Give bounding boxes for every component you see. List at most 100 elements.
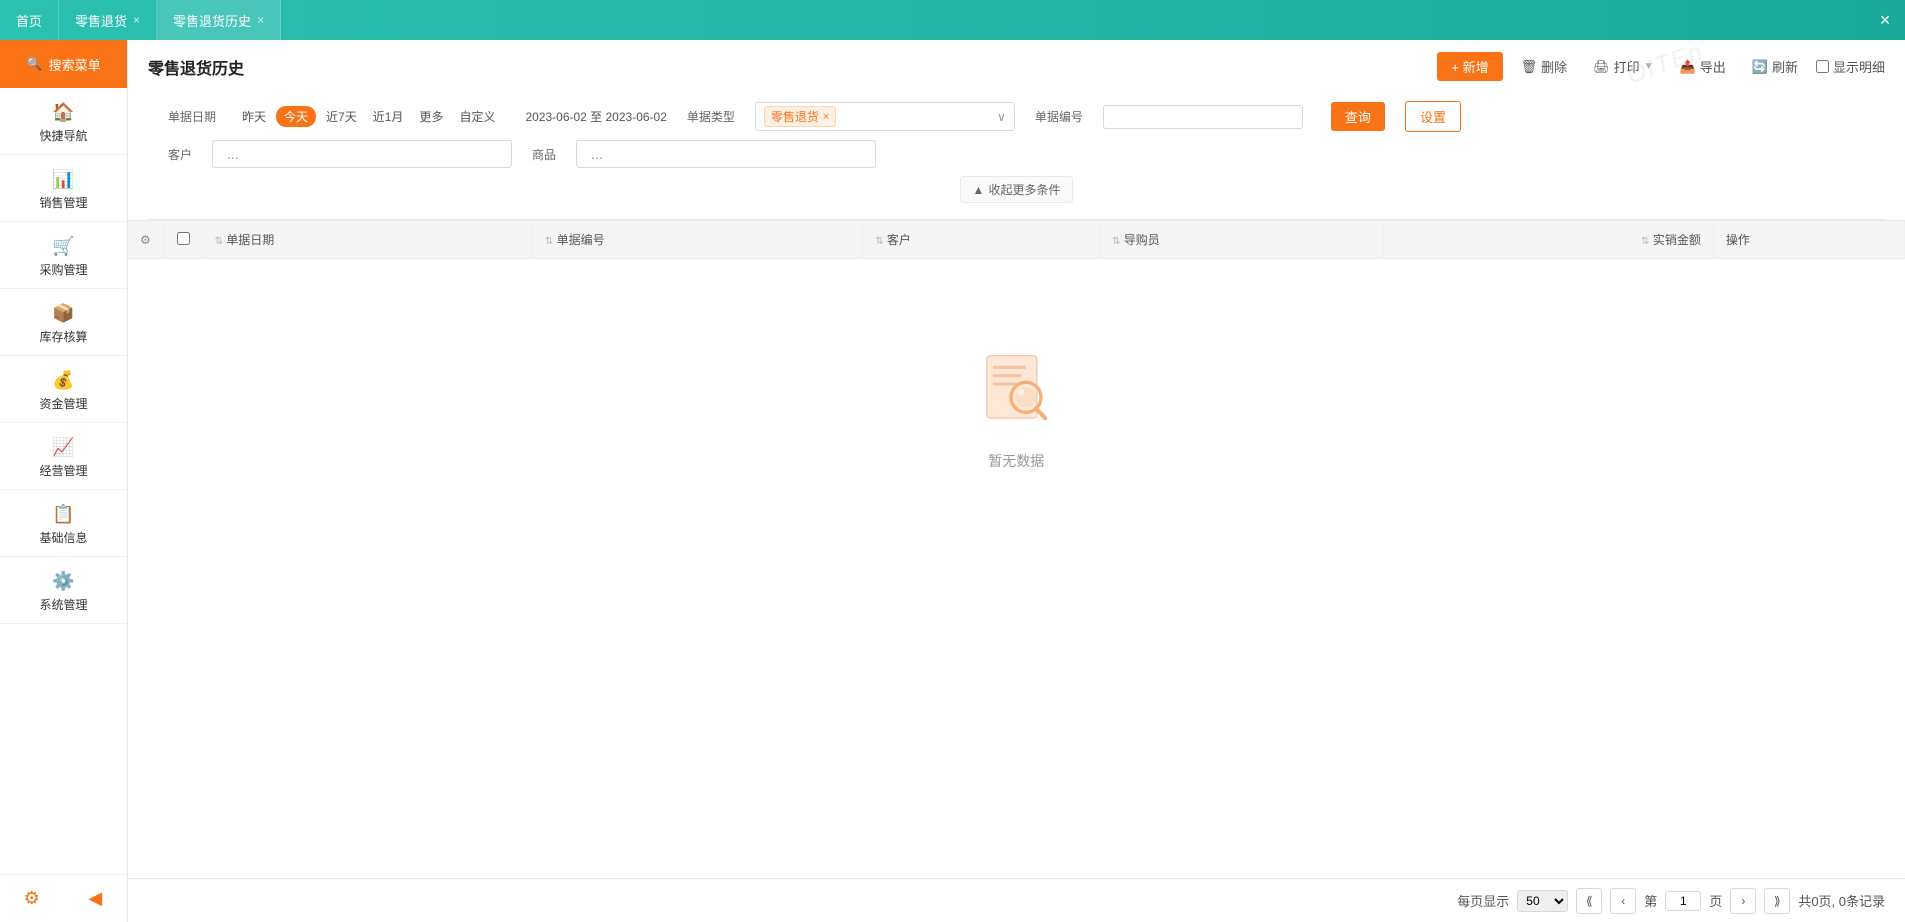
tab-list: 首页 零售退货 × 零售退货历史 × (0, 0, 1865, 40)
sort-actual-amount-icon[interactable]: ⇅ (1641, 236, 1649, 247)
sidebar-item-finance-label: 资金管理 (39, 395, 87, 412)
show-detail-checkbox[interactable] (1816, 60, 1829, 73)
sidebar-item-operations-label: 经营管理 (39, 462, 87, 479)
customer-input[interactable]: ... (212, 140, 512, 168)
th-doc-no-label: 单据编号 (557, 233, 605, 247)
print-button[interactable]: 🖨 打印 ▼ (1585, 53, 1661, 80)
sidebar-item-quick-nav[interactable]: 🏠 快捷导航 (0, 88, 127, 155)
page-actions: + 新增 🗑 删除 🖨 打印 ▼ 📤 导出 🔄 (1437, 52, 1885, 81)
table-settings-icon[interactable]: ⚙ (140, 233, 151, 247)
date-opt-1month[interactable]: 近1月 (367, 106, 410, 127)
date-opt-custom[interactable]: 自定义 (453, 106, 501, 127)
tab-retail-return[interactable]: 零售退货 × (59, 0, 157, 40)
delete-button[interactable]: 🗑 删除 (1513, 53, 1576, 80)
doc-no-label: 单据编号 (1035, 108, 1083, 125)
tab-retail-return-label: 零售退货 (75, 11, 127, 30)
filter-row-1: 单据日期 昨天 今天 近7天 近1月 更多 自定义 2023-06-02 至 2… (168, 101, 1865, 132)
collapse-button[interactable]: ▲ 收起更多条件 (960, 176, 1074, 203)
date-opt-more[interactable]: 更多 (413, 106, 449, 127)
customer-ellipsis[interactable]: ... (221, 144, 245, 164)
settings-button[interactable]: 设置 (1405, 101, 1461, 132)
sidebar-item-inventory-label: 库存核算 (39, 328, 87, 345)
main-content: 零售退货历史 + 新增 🗑 删除 🖨 打印 ▼ 📤 导出 (128, 40, 1905, 922)
tab-retail-return-close[interactable]: × (133, 13, 140, 27)
tab-retail-return-history-label: 零售退货历史 (173, 11, 251, 30)
sidebar-item-finance[interactable]: 💰 资金管理 (0, 356, 127, 423)
prev-page-button[interactable]: ‹ (1610, 888, 1636, 914)
first-page-button[interactable]: ⟪ (1576, 888, 1602, 914)
sidebar-item-inventory[interactable]: 📦 库存核算 (0, 289, 127, 356)
delete-icon: 🗑 (1521, 59, 1538, 75)
next-page-button[interactable]: › (1730, 888, 1756, 914)
sidebar-search[interactable]: 🔍 搜索菜单 (0, 40, 127, 88)
last-page-button[interactable]: ⟫ (1764, 888, 1790, 914)
filter-row-2: 客户 ... 商品 ... (168, 140, 1865, 168)
date-opt-today[interactable]: 今天 (276, 106, 316, 127)
table-container: ⚙ ⇅ 单据日期 ⇅ 单据编号 (128, 221, 1905, 878)
export-button[interactable]: 📤 导出 (1672, 53, 1734, 80)
per-page-label: 每页显示 (1457, 891, 1509, 910)
refresh-icon: 🔄 (1752, 59, 1768, 75)
refresh-button[interactable]: 🔄 刷新 (1744, 53, 1806, 80)
date-options: 昨天 今天 近7天 近1月 更多 自定义 (236, 106, 501, 127)
per-page-select[interactable]: 50 20 100 (1517, 890, 1568, 912)
doc-type-tag-close[interactable]: × (823, 111, 829, 123)
collapse-up-icon: ▲ (973, 183, 985, 197)
page-unit: 页 (1709, 891, 1722, 910)
inventory-icon: 📦 (52, 303, 74, 324)
sidebar-settings-button[interactable]: ⚙ (0, 875, 64, 922)
date-opt-7days[interactable]: 近7天 (320, 106, 363, 127)
goods-ellipsis[interactable]: ... (585, 144, 609, 164)
tab-home[interactable]: 首页 (0, 0, 59, 40)
sidebar-bottom: ⚙ ◀ (0, 874, 127, 922)
finance-icon: 💰 (52, 370, 74, 391)
doc-type-input[interactable]: 零售退货 × ∨ (755, 102, 1015, 131)
sidebar-item-base-info[interactable]: 📋 基础信息 (0, 490, 127, 557)
doc-type-dropdown-arrow: ∨ (997, 110, 1006, 124)
doc-no-input[interactable] (1103, 105, 1303, 129)
th-doc-no: ⇅ 单据编号 (532, 221, 862, 259)
sort-doc-date-icon[interactable]: ⇅ (215, 236, 223, 247)
delete-label: 删除 (1541, 57, 1567, 76)
select-all-checkbox[interactable] (177, 232, 190, 245)
data-table: ⚙ ⇅ 单据日期 ⇅ 单据编号 (128, 221, 1905, 551)
tab-retail-return-history[interactable]: 零售退货历史 × (157, 0, 281, 40)
filters: 单据日期 昨天 今天 近7天 近1月 更多 自定义 2023-06-02 至 2… (148, 91, 1885, 220)
collapse-label: 收起更多条件 (988, 181, 1060, 198)
goods-input[interactable]: ... (576, 140, 876, 168)
sidebar-item-purchase-mgmt[interactable]: 🛒 采购管理 (0, 222, 127, 289)
date-label: 单据日期 (168, 108, 216, 125)
date-range-value: 2023-06-02 至 2023-06-02 (525, 108, 666, 125)
add-button[interactable]: + 新增 (1437, 52, 1502, 81)
sidebar-item-operations[interactable]: 📈 经营管理 (0, 423, 127, 490)
query-button[interactable]: 查询 (1331, 102, 1385, 131)
show-detail-check[interactable]: 显示明细 (1816, 57, 1885, 76)
sort-doc-no-icon[interactable]: ⇅ (545, 236, 553, 247)
th-doc-date: ⇅ 单据日期 (202, 221, 532, 259)
empty-icon (966, 339, 1066, 439)
window-close-button[interactable]: × (1865, 0, 1905, 40)
purchase-icon: 🛒 (52, 236, 74, 257)
page-input[interactable]: 1 (1665, 891, 1701, 911)
total-info: 共0页, 0条记录 (1798, 891, 1885, 910)
export-icon: 📤 (1680, 59, 1696, 75)
doc-type-tag: 零售退货 × (764, 106, 836, 127)
system-icon: ⚙️ (52, 571, 74, 592)
page-title-row: 零售退货历史 + 新增 🗑 删除 🖨 打印 ▼ 📤 导出 (148, 52, 1885, 81)
search-icon: 🔍 (26, 56, 42, 72)
print-chevron-icon: ▼ (1644, 61, 1654, 72)
tab-retail-return-history-close[interactable]: × (257, 13, 264, 27)
print-label: 打印 (1614, 57, 1640, 76)
sort-guide-icon[interactable]: ⇅ (1112, 236, 1120, 247)
refresh-label: 刷新 (1772, 57, 1798, 76)
base-info-icon: 📋 (52, 504, 74, 525)
sidebar-search-label: 搜索菜单 (49, 55, 101, 74)
date-opt-yesterday[interactable]: 昨天 (236, 106, 272, 127)
th-guide-label: 导购员 (1124, 233, 1160, 247)
th-doc-date-label: 单据日期 (226, 233, 274, 247)
sort-customer-icon[interactable]: ⇅ (875, 236, 883, 247)
sidebar-collapse-button[interactable]: ◀ (64, 875, 128, 922)
sidebar-item-sales-mgmt[interactable]: 📊 销售管理 (0, 155, 127, 222)
sidebar-item-system[interactable]: ⚙️ 系统管理 (0, 557, 127, 624)
th-actions: 操作 (1713, 221, 1904, 259)
